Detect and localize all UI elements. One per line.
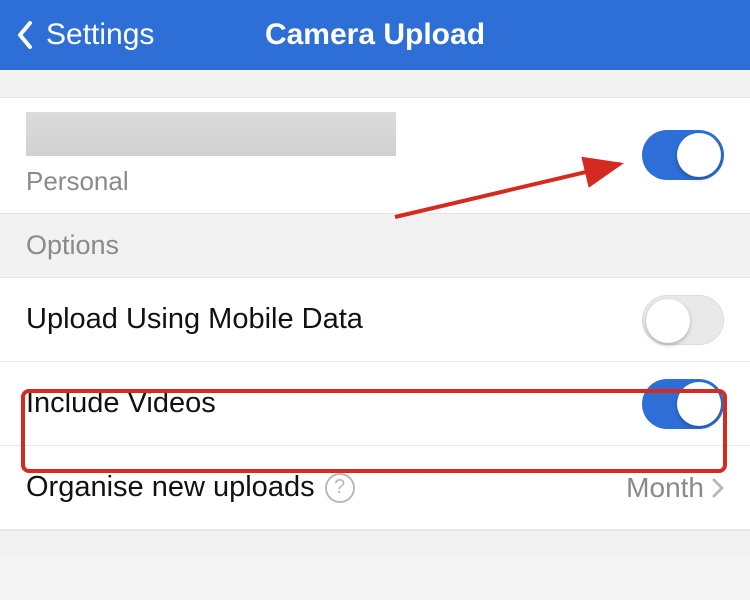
header-bar: Settings Camera Upload [0, 0, 750, 70]
include-videos-toggle[interactable] [642, 379, 724, 429]
account-type-label: Personal [26, 166, 396, 197]
options-section-header: Options [0, 214, 750, 278]
upload-mobile-label: Upload Using Mobile Data [26, 303, 363, 336]
help-icon[interactable]: ? [325, 473, 355, 503]
organise-uploads-row[interactable]: Organise new uploads ? Month [0, 446, 750, 530]
chevron-left-icon [16, 20, 34, 50]
include-videos-label: Include Videos [26, 387, 216, 420]
organise-uploads-value-wrap: Month [626, 472, 724, 504]
section-gap [0, 70, 750, 98]
upload-mobile-toggle[interactable] [642, 295, 724, 345]
back-label: Settings [46, 18, 154, 52]
camera-upload-toggle[interactable] [642, 130, 724, 180]
bottom-gap [0, 530, 750, 558]
back-button[interactable]: Settings [16, 18, 154, 52]
organise-uploads-value: Month [626, 472, 704, 504]
organise-uploads-label: Organise new uploads [26, 471, 315, 504]
account-row: Personal [0, 98, 750, 214]
account-name-redacted [26, 112, 396, 156]
upload-mobile-row: Upload Using Mobile Data [0, 278, 750, 362]
chevron-right-icon [712, 478, 724, 498]
include-videos-row: Include Videos [0, 362, 750, 446]
